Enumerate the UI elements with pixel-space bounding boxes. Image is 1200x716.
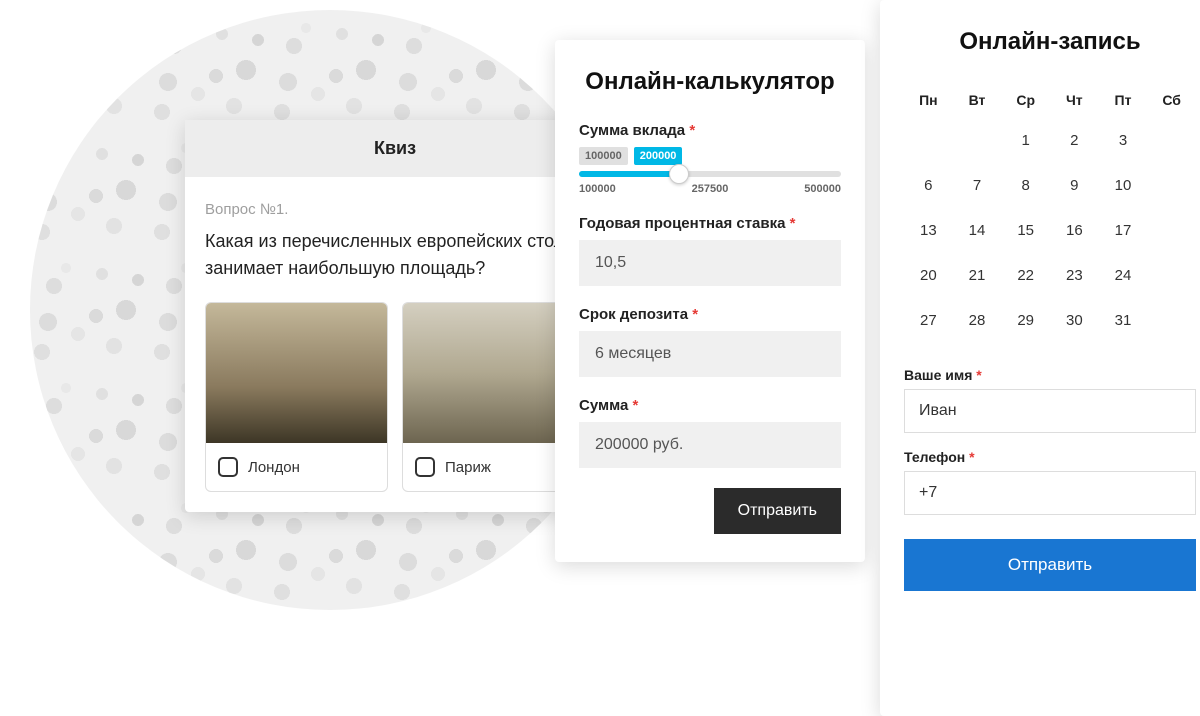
calendar-day[interactable]: 10	[1099, 163, 1148, 208]
calendar-day[interactable]: 3	[1099, 118, 1148, 163]
sum-label: Сумма *	[579, 397, 841, 414]
quiz-title: Квиз	[185, 120, 605, 177]
calendar-day[interactable]: 28	[953, 298, 1002, 343]
weekday-header: Ср	[1001, 82, 1050, 118]
calendar-day[interactable]: 14	[953, 208, 1002, 253]
booking-card: Онлайн-запись Пн Вт Ср Чт Пт Сб 1 2 3 6 …	[880, 0, 1200, 716]
calendar-day[interactable]: 21	[953, 253, 1002, 298]
calendar-day[interactable]: 7	[953, 163, 1002, 208]
slider-value-tag: 200000	[634, 147, 683, 165]
weekday-header: Сб	[1147, 82, 1196, 118]
calendar-day[interactable]: 6	[904, 163, 953, 208]
calendar-day[interactable]: 13	[904, 208, 953, 253]
booking-title: Онлайн-запись	[904, 28, 1196, 56]
calculator-title: Онлайн-калькулятор	[579, 68, 841, 96]
calculator-submit-button[interactable]: Отправить	[714, 488, 841, 534]
calendar-day[interactable]: 15	[1001, 208, 1050, 253]
deposit-slider[interactable]	[579, 171, 841, 177]
calculator-card: Онлайн-калькулятор Сумма вклада * 100000…	[555, 40, 865, 562]
quiz-option-london[interactable]: Лондон	[205, 302, 388, 492]
calendar-day[interactable]: 17	[1099, 208, 1148, 253]
quiz-card: Квиз Вопрос №1. Какая из перечисленных е…	[185, 120, 605, 512]
calendar-day[interactable]: 1	[1001, 118, 1050, 163]
scale-right: 500000	[804, 183, 841, 195]
calendar-day[interactable]: 22	[1001, 253, 1050, 298]
weekday-header: Пн	[904, 82, 953, 118]
phone-input[interactable]	[904, 471, 1196, 515]
calendar: Пн Вт Ср Чт Пт Сб 1 2 3 6 7 8 9 10 13 14…	[904, 82, 1196, 343]
weekday-header: Пт	[1099, 82, 1148, 118]
weekday-header: Чт	[1050, 82, 1099, 118]
sum-input[interactable]: 200000 руб.	[579, 422, 841, 468]
option-image	[206, 303, 387, 443]
deposit-label: Сумма вклада *	[579, 122, 841, 139]
slider-thumb[interactable]	[669, 164, 689, 184]
quiz-options: Лондон Париж	[205, 302, 585, 492]
checkbox-icon	[415, 457, 435, 477]
weekday-header: Вт	[953, 82, 1002, 118]
calendar-day[interactable]: 29	[1001, 298, 1050, 343]
booking-submit-button[interactable]: Отправить	[904, 539, 1196, 591]
option-label: Париж	[445, 459, 491, 476]
calendar-day[interactable]: 24	[1099, 253, 1148, 298]
slider-min-tag: 100000	[579, 147, 628, 165]
calendar-day[interactable]: 30	[1050, 298, 1099, 343]
calendar-day[interactable]: 31	[1099, 298, 1148, 343]
calendar-day[interactable]: 23	[1050, 253, 1099, 298]
calendar-day[interactable]: 8	[1001, 163, 1050, 208]
scale-mid: 257500	[692, 183, 729, 195]
calendar-day[interactable]: 2	[1050, 118, 1099, 163]
question-number: Вопрос №1.	[205, 201, 585, 218]
rate-input[interactable]: 10,5	[579, 240, 841, 286]
name-input[interactable]	[904, 389, 1196, 433]
phone-label: Телефон *	[904, 449, 1196, 465]
term-label: Срок депозита *	[579, 306, 841, 323]
scale-left: 100000	[579, 183, 616, 195]
question-text: Какая из перечисленных европейских столи…	[205, 228, 585, 282]
calendar-day[interactable]: 16	[1050, 208, 1099, 253]
rate-label: Годовая процентная ставка *	[579, 215, 841, 232]
name-label: Ваше имя *	[904, 367, 1196, 383]
option-label: Лондон	[248, 459, 300, 476]
calendar-day[interactable]: 27	[904, 298, 953, 343]
calendar-day[interactable]: 20	[904, 253, 953, 298]
term-input[interactable]: 6 месяцев	[579, 331, 841, 377]
checkbox-icon	[218, 457, 238, 477]
calendar-day[interactable]: 9	[1050, 163, 1099, 208]
